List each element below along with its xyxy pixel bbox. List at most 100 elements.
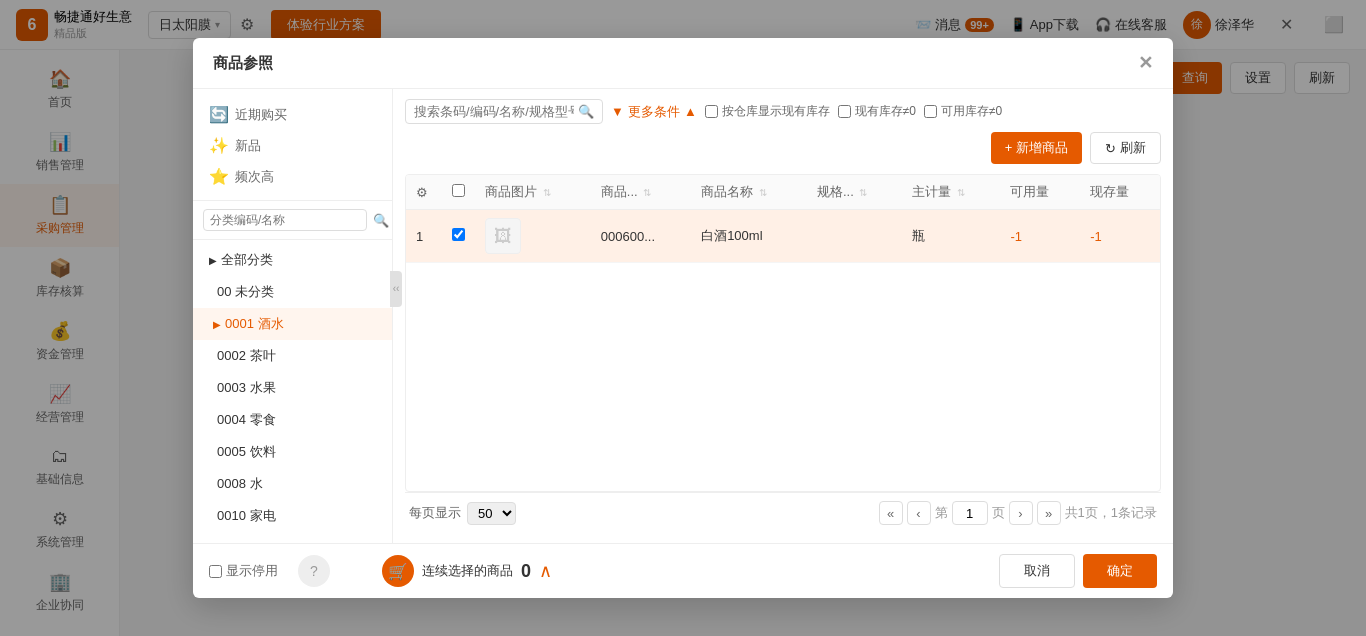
- toolbar: 🔍 ▼ 更多条件 ▲ 按仓库显示现有库存: [405, 99, 1161, 164]
- category-0001[interactable]: ▶ 0001 酒水: [193, 308, 392, 340]
- row-name: 白酒100ml: [691, 210, 807, 263]
- collapse-icon: ‹‹: [393, 283, 400, 294]
- product-search-input[interactable]: [414, 104, 574, 119]
- chevron-up-icon: ▲: [684, 104, 697, 119]
- shortcut-new[interactable]: ✨ 新品: [201, 130, 384, 161]
- page-size-select[interactable]: 50: [467, 502, 516, 525]
- category-all[interactable]: ▶ 全部分类: [193, 244, 392, 276]
- row-num: 1: [406, 210, 442, 263]
- modal-title: 商品参照: [213, 54, 273, 73]
- sort-icon[interactable]: ⇅: [957, 187, 965, 198]
- category-0003[interactable]: 0003 水果: [193, 372, 392, 404]
- col-code: 商品... ⇅: [591, 175, 691, 210]
- cart-label: 连续选择的商品: [422, 562, 513, 580]
- table-body: 1 🖼 000600... 白酒100ml: [406, 210, 1160, 263]
- collapse-panel-button[interactable]: ‹‹: [390, 271, 402, 307]
- refresh-icon: ↻: [1105, 141, 1116, 156]
- sort-icon[interactable]: ⇅: [643, 187, 651, 198]
- category-00[interactable]: 00 未分类: [193, 276, 392, 308]
- search-icon[interactable]: 🔍: [373, 213, 389, 228]
- table-row[interactable]: 1 🖼 000600... 白酒100ml: [406, 210, 1160, 263]
- row-checkbox[interactable]: [442, 210, 475, 263]
- row-stock: -1: [1080, 210, 1160, 263]
- category-search: 🔍: [193, 201, 392, 240]
- table-settings-icon[interactable]: ⚙: [416, 185, 428, 200]
- row-image: 🖼: [475, 210, 591, 263]
- cancel-button[interactable]: 取消: [999, 554, 1075, 588]
- modal-close-button[interactable]: ✕: [1138, 52, 1153, 74]
- filter-button[interactable]: ▼ 更多条件 ▲: [611, 103, 697, 121]
- select-all-checkbox[interactable]: [452, 184, 465, 197]
- col-settings[interactable]: ⚙: [406, 175, 442, 210]
- expand-icon: ▶: [213, 319, 221, 330]
- col-spec: 规格... ⇅: [807, 175, 902, 210]
- cart-area: 🛒 连续选择的商品 0 ∧: [382, 555, 552, 587]
- pagination: 每页显示 50 « ‹ 第 页 ›: [405, 492, 1161, 533]
- col-name: 商品名称 ⇅: [691, 175, 807, 210]
- search-box: 🔍: [405, 99, 603, 124]
- category-0005[interactable]: 0005 饮料: [193, 436, 392, 468]
- row-available: -1: [1000, 210, 1080, 263]
- col-unit: 主计量 ⇅: [902, 175, 1000, 210]
- show-disabled-checkbox[interactable]: 显示停用: [209, 562, 278, 580]
- page-size-label: 每页显示: [409, 504, 461, 522]
- col-image: 商品图片 ⇅: [475, 175, 591, 210]
- usable-nonzero-checkbox[interactable]: 可用库存≠0: [924, 103, 1002, 120]
- modal-footer: 显示停用 ? 🛒 连续选择的商品 0 ∧ 取消 确定: [193, 543, 1173, 598]
- product-table-wrapper: ⚙ 商品图片 ⇅: [405, 174, 1161, 492]
- add-product-button[interactable]: + 新增商品: [991, 132, 1082, 164]
- cart-count: 0: [521, 561, 531, 582]
- pagination-left: 每页显示 50: [409, 502, 516, 525]
- row-select-checkbox[interactable]: [452, 228, 465, 241]
- category-0010[interactable]: 0010 家电: [193, 500, 392, 532]
- row-spec: [807, 210, 902, 263]
- shortcut-recent[interactable]: 🔄 近期购买: [201, 99, 384, 130]
- new-icon: ✨: [209, 136, 229, 155]
- by-warehouse-checkbox[interactable]: 按仓库显示现有库存: [705, 103, 830, 120]
- search-icon[interactable]: 🔍: [578, 104, 594, 119]
- col-checkbox: [442, 175, 475, 210]
- content-area: 查询 设置 刷新 商品参照 ✕ 🔄: [120, 50, 1366, 636]
- modal-header: 商品参照 ✕: [193, 38, 1173, 89]
- cart-icon[interactable]: 🛒: [382, 555, 414, 587]
- page-number-input[interactable]: [952, 501, 988, 525]
- product-table: ⚙ 商品图片 ⇅: [406, 175, 1160, 263]
- row-unit: 瓶: [902, 210, 1000, 263]
- next-page-button[interactable]: ›: [1009, 501, 1033, 525]
- help-button[interactable]: ?: [298, 555, 330, 587]
- category-0004[interactable]: 0004 零食: [193, 404, 392, 436]
- prev-page-button[interactable]: ‹: [907, 501, 931, 525]
- modal-body: 🔄 近期购买 ✨ 新品 ⭐ 频次高: [193, 89, 1173, 543]
- first-page-button[interactable]: «: [879, 501, 903, 525]
- col-available: 可用量: [1000, 175, 1080, 210]
- cart-collapse-button[interactable]: ∧: [539, 560, 552, 582]
- modal-overlay: 商品参照 ✕ 🔄 近期购买 ✨ 新: [0, 0, 1366, 636]
- frequent-icon: ⭐: [209, 167, 229, 186]
- toolbar-right: + 新增商品 ↻ 刷新: [991, 132, 1161, 164]
- product-reference-modal: 商品参照 ✕ 🔄 近期购买 ✨ 新: [193, 38, 1173, 598]
- pagination-right: « ‹ 第 页 › » 共1页，1条记录: [879, 501, 1157, 525]
- page-label: 第: [935, 504, 948, 522]
- last-page-button[interactable]: »: [1037, 501, 1061, 525]
- row-code: 000600...: [591, 210, 691, 263]
- right-panel: 🔍 ▼ 更多条件 ▲ 按仓库显示现有库存: [393, 89, 1173, 543]
- category-search-input[interactable]: [203, 209, 367, 231]
- product-thumbnail: 🖼: [485, 218, 521, 254]
- page-label-end: 页: [992, 504, 1005, 522]
- available-nonzero-checkbox[interactable]: 现有库存≠0: [838, 103, 916, 120]
- category-list: ▶ 全部分类 00 未分类 ▶ 0001 酒水 0002 茶: [193, 240, 392, 533]
- confirm-button[interactable]: 确定: [1083, 554, 1157, 588]
- main-layout: 🏠 首页 📊 销售管理 📋 采购管理 📦 库存核算 💰 资金管理 📈 经营管理 …: [0, 50, 1366, 636]
- sort-icon[interactable]: ⇅: [759, 187, 767, 198]
- table-header: ⚙ 商品图片 ⇅: [406, 175, 1160, 210]
- shortcut-frequent[interactable]: ⭐ 频次高: [201, 161, 384, 192]
- expand-icon: ▶: [209, 255, 217, 266]
- col-stock: 现存量: [1080, 175, 1160, 210]
- left-panel: 🔄 近期购买 ✨ 新品 ⭐ 频次高: [193, 89, 393, 543]
- refresh-table-button[interactable]: ↻ 刷新: [1090, 132, 1161, 164]
- category-0008[interactable]: 0008 水: [193, 468, 392, 500]
- shortcuts: 🔄 近期购买 ✨ 新品 ⭐ 频次高: [193, 99, 392, 201]
- sort-icon[interactable]: ⇅: [543, 187, 551, 198]
- sort-icon[interactable]: ⇅: [859, 187, 867, 198]
- category-0002[interactable]: 0002 茶叶: [193, 340, 392, 372]
